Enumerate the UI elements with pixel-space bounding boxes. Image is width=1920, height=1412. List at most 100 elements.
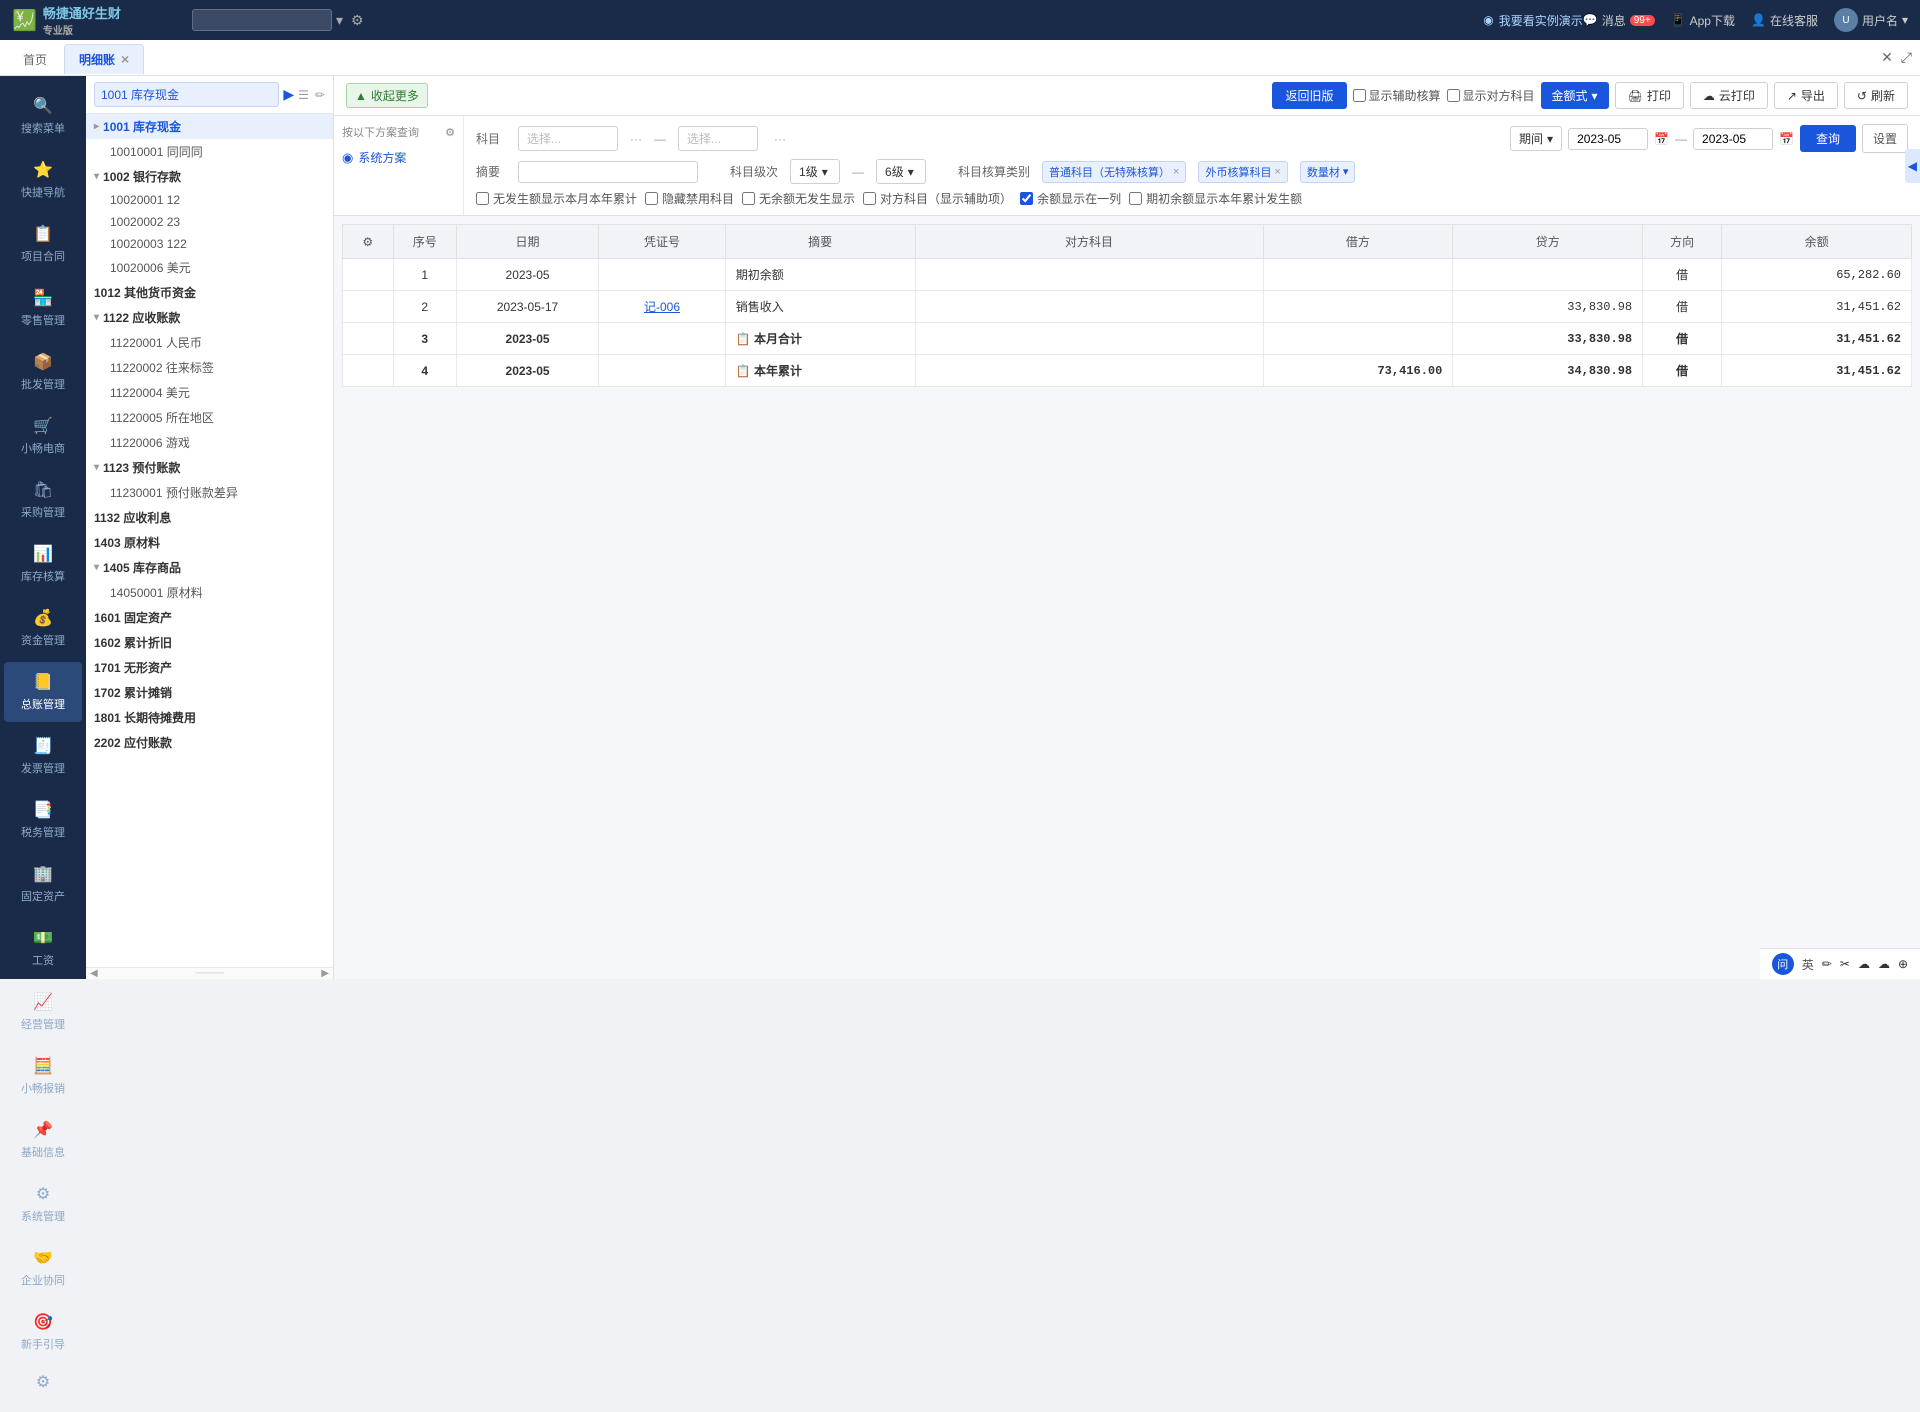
return-old-btn[interactable]: 返回旧版 xyxy=(1272,82,1346,109)
tree-item-11220004[interactable]: 11220004 美元 xyxy=(86,380,333,405)
cb-no-balance[interactable]: 无发生额显示本月本年累计 xyxy=(476,190,637,207)
tree-item-1122[interactable]: ▾ 1122 应收账款 xyxy=(86,305,333,330)
cb-contra-show-input[interactable] xyxy=(863,192,876,205)
scheme-item-system[interactable]: ◉ 系统方案 xyxy=(342,146,455,169)
assistant-btn[interactable]: 问 xyxy=(1772,953,1794,975)
account-panel-selected[interactable]: 1001 库存现金 xyxy=(94,82,279,107)
show-contra-checkbox[interactable]: 显示对方科目 xyxy=(1447,87,1535,104)
settings-icon[interactable]: ⚙ xyxy=(351,12,364,29)
summary-input[interactable] xyxy=(518,161,698,183)
subject-select-2[interactable]: 选择... xyxy=(678,126,758,151)
tree-item-1403[interactable]: 1403 原材料 xyxy=(86,530,333,555)
tab-detail-close[interactable]: × xyxy=(121,52,129,66)
cb-opening-show-input[interactable] xyxy=(1129,192,1142,205)
cb-contra-show[interactable]: 对方科目（显示辅助项） xyxy=(863,190,1012,207)
sidebar-item-retail[interactable]: 🏪 零售管理 xyxy=(4,278,82,338)
tree-item-1405[interactable]: ▾ 1405 库存商品 xyxy=(86,555,333,580)
show-contra-input[interactable] xyxy=(1447,89,1460,102)
tree-item-11220006[interactable]: 11220006 游戏 xyxy=(86,430,333,455)
level-to-select[interactable]: 6级 ▾ xyxy=(876,159,926,184)
sidebar-item-guide[interactable]: 🎯 新手引导 xyxy=(4,1302,82,1362)
show-aux-input[interactable] xyxy=(1353,89,1366,102)
col-settings-icon[interactable]: ⚙ xyxy=(362,235,373,249)
cb-hide-disabled[interactable]: 隐藏禁用科目 xyxy=(645,190,734,207)
tree-item-2202[interactable]: 2202 应付账款 xyxy=(86,730,333,755)
col-settings[interactable]: ⚙ xyxy=(343,225,394,259)
search-dropdown-icon[interactable]: ▾ xyxy=(336,12,343,29)
tree-item-1701[interactable]: 1701 无形资产 xyxy=(86,655,333,680)
export-btn[interactable]: ↗ 导出 xyxy=(1774,82,1838,109)
tag-normal-close[interactable]: × xyxy=(1173,166,1179,178)
sidebar-item-accounting[interactable]: 📒 总账管理 xyxy=(4,662,82,722)
tree-item-10020001[interactable]: 10020001 12 xyxy=(86,189,333,211)
expand-btn[interactable]: ▲ 收起更多 xyxy=(346,83,428,108)
sidebar-settings-icon[interactable]: ⚙ xyxy=(28,1364,58,1400)
period-from-input[interactable] xyxy=(1568,128,1648,150)
sidebar-item-search[interactable]: 🔍 搜索菜单 xyxy=(4,86,82,146)
filter-collapse-btn[interactable]: ◀ xyxy=(1905,149,1920,183)
tree-item-14050001[interactable]: 14050001 原材料 xyxy=(86,580,333,605)
print-btn[interactable]: 🖨 打印 xyxy=(1615,82,1684,109)
sidebar-item-management[interactable]: 📈 经营管理 xyxy=(4,982,82,1042)
sidebar-item-quicknav[interactable]: ⭐ 快捷导航 xyxy=(4,150,82,210)
refresh-btn[interactable]: ↺ 刷新 xyxy=(1844,82,1908,109)
tree-item-11220005[interactable]: 11220005 所在地区 xyxy=(86,405,333,430)
voucher-link[interactable]: 记-006 xyxy=(644,300,680,314)
app-download-action[interactable]: 📱 App下载 xyxy=(1671,12,1735,29)
period-type-select[interactable]: 期间 ▾ xyxy=(1510,126,1562,151)
tree-item-11220001[interactable]: 11220001 人民币 xyxy=(86,330,333,355)
cb-opening-show[interactable]: 期初余额显示本年累计发生额 xyxy=(1129,190,1302,207)
sidebar-item-basic[interactable]: 📌 基础信息 xyxy=(4,1110,82,1170)
filter-settings-btn[interactable]: 设置 xyxy=(1862,124,1908,153)
tree-item-1601[interactable]: 1601 固定资产 xyxy=(86,605,333,630)
cb-balance-one-col[interactable]: 余额显示在一列 xyxy=(1020,190,1121,207)
tab-home[interactable]: 首页 xyxy=(8,44,62,74)
tab-maximize-icon[interactable]: ⤢ xyxy=(1901,49,1912,66)
sidebar-item-sales[interactable]: 🧮 小畅报销 xyxy=(4,1046,82,1106)
scroll-right-btn[interactable]: ▶ xyxy=(321,968,329,979)
show-aux-checkbox[interactable]: 显示辅助核算 xyxy=(1353,87,1441,104)
tag-foreign-close[interactable]: × xyxy=(1274,166,1280,178)
sidebar-item-wholesale[interactable]: 📦 批发管理 xyxy=(4,342,82,402)
online-service-action[interactable]: 👤 在线客服 xyxy=(1751,12,1818,29)
user-info[interactable]: U 用户名 ▾ xyxy=(1834,8,1908,32)
period-calendar-to-icon[interactable]: 📅 xyxy=(1779,132,1794,146)
sidebar-item-ecommerce[interactable]: 🛒 小畅电商 xyxy=(4,406,82,466)
sidebar-item-finance[interactable]: 💰 资金管理 xyxy=(4,598,82,658)
tab-close-icon[interactable]: ✕ xyxy=(1881,49,1893,66)
tree-item-10020003[interactable]: 10020003 122 xyxy=(86,233,333,255)
tree-item-10020006[interactable]: 10020006 美元 xyxy=(86,255,333,280)
tree-item-10020002[interactable]: 10020002 23 xyxy=(86,211,333,233)
tree-item-1801[interactable]: 1801 长期待摊费用 xyxy=(86,705,333,730)
tree-item-1012[interactable]: 1012 其他货币资金 xyxy=(86,280,333,305)
sidebar-item-contract[interactable]: 📋 项目合同 xyxy=(4,214,82,274)
account-panel-nav-icon[interactable]: ▶ xyxy=(283,86,294,103)
format-btn[interactable]: 金额式 ▾ xyxy=(1541,82,1609,109)
tree-item-10010001[interactable]: 10010001 同同同 xyxy=(86,139,333,164)
sidebar-item-fixed[interactable]: 🏢 固定资产 xyxy=(4,854,82,914)
cb-balance-one-col-input[interactable] xyxy=(1020,192,1033,205)
cloud-print-btn[interactable]: ☁ 云打印 xyxy=(1690,82,1768,109)
sidebar-item-purchase[interactable]: 🛍 采购管理 xyxy=(4,470,82,530)
search-input[interactable] xyxy=(192,9,332,31)
cb-no-balance-input[interactable] xyxy=(476,192,489,205)
account-panel-edit-icon[interactable]: ✏ xyxy=(315,88,325,102)
sidebar-item-payroll[interactable]: 💵 工资 xyxy=(4,918,82,978)
tree-item-11220002[interactable]: 11220002 往来标签 xyxy=(86,355,333,380)
cb-no-balance2-input[interactable] xyxy=(742,192,755,205)
tree-item-1123[interactable]: ▾ 1123 预付账款 xyxy=(86,455,333,480)
level-from-select[interactable]: 1级 ▾ xyxy=(790,159,840,184)
scroll-left-btn[interactable]: ◀ xyxy=(90,968,98,979)
tab-detail[interactable]: 明细账 × xyxy=(64,44,144,74)
tree-item-1001[interactable]: ▸ 1001 库存现金 xyxy=(86,114,333,139)
tree-item-1002[interactable]: ▾ 1002 银行存款 xyxy=(86,164,333,189)
sidebar-item-tax[interactable]: 📑 税务管理 xyxy=(4,790,82,850)
cb-no-balance2[interactable]: 无余额无发生显示 xyxy=(742,190,855,207)
tree-item-1132[interactable]: 1132 应收利息 xyxy=(86,505,333,530)
sidebar-item-inventory[interactable]: 📊 库存核算 xyxy=(4,534,82,594)
lang-btn[interactable]: 英 xyxy=(1802,956,1814,973)
sidebar-item-invoice[interactable]: 🧾 发票管理 xyxy=(4,726,82,786)
cb-hide-disabled-input[interactable] xyxy=(645,192,658,205)
account-panel-list-icon[interactable]: ☰ xyxy=(298,88,309,102)
tree-item-1702[interactable]: 1702 累计摊销 xyxy=(86,680,333,705)
